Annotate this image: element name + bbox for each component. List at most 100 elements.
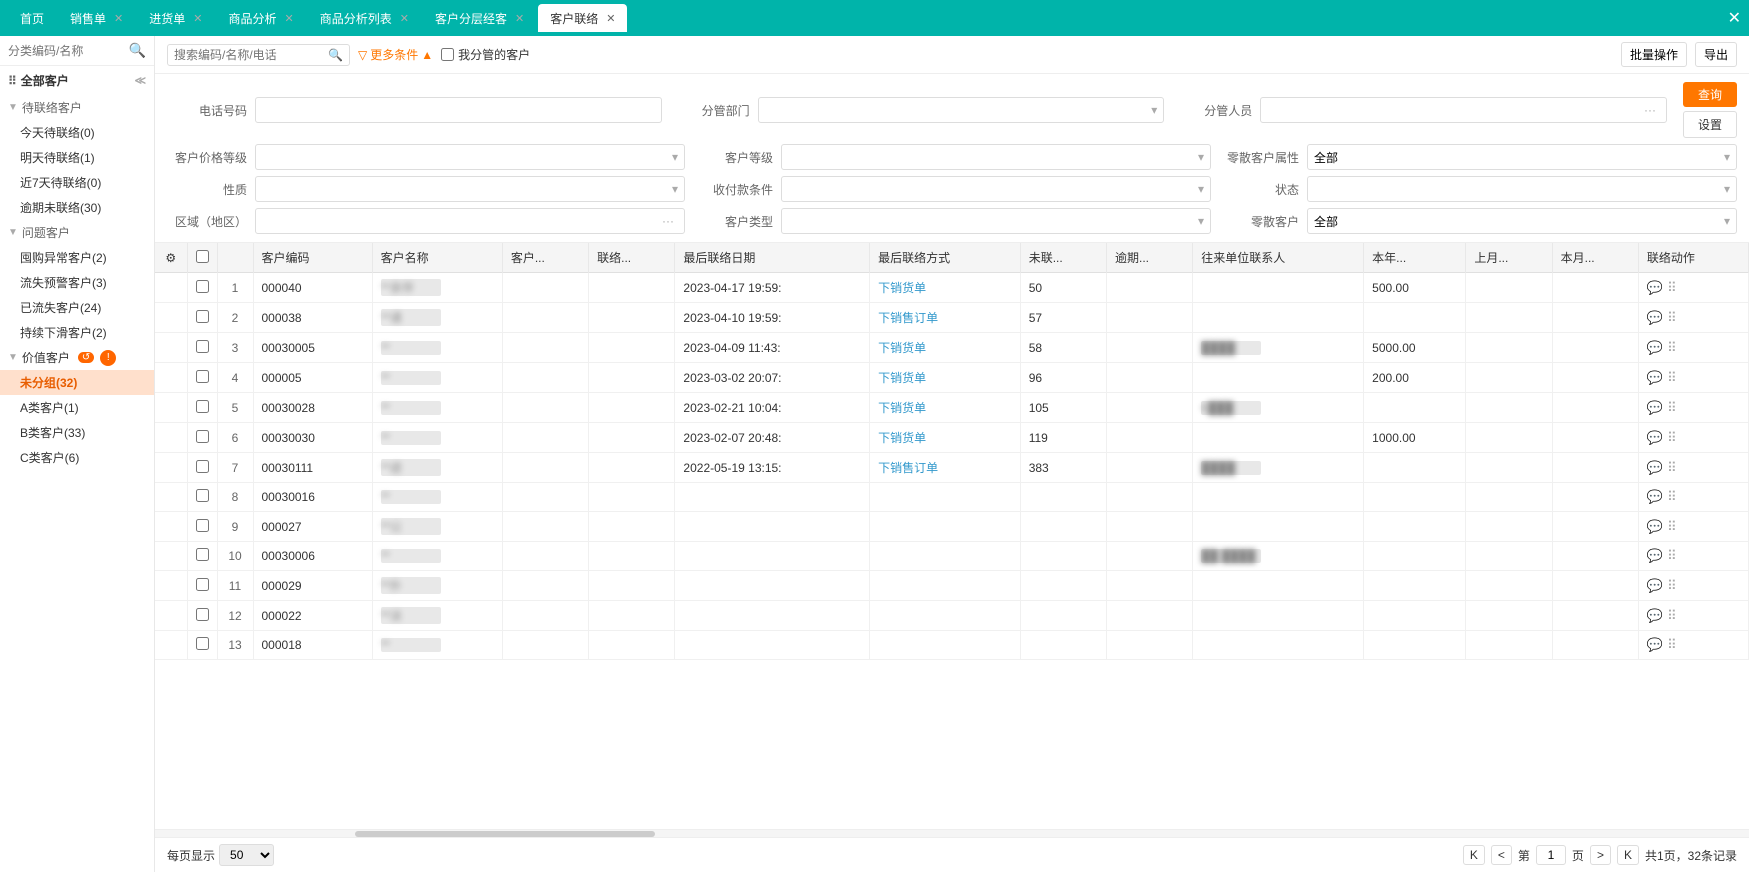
tab-customer-segment[interactable]: 客户分层经客 ✕	[423, 4, 536, 32]
no-contact-column-header[interactable]: 未联...	[1020, 243, 1106, 273]
grid-action-icon[interactable]: ⠿	[1667, 460, 1677, 476]
select-all-checkbox[interactable]	[196, 250, 209, 263]
page-number-input[interactable]	[1536, 845, 1566, 865]
last-contact-method-cell[interactable]: 下销货单	[870, 393, 1021, 423]
nav-close-button[interactable]: ✕	[1728, 8, 1741, 28]
contact-method-link[interactable]: 下销货单	[878, 371, 926, 385]
customer-type-select[interactable]: ▾	[781, 208, 1211, 234]
last-contact-method-cell[interactable]: 下销货单	[870, 273, 1021, 303]
grid-action-icon[interactable]: ⠿	[1667, 280, 1677, 296]
contact-method-link[interactable]: 下销货单	[878, 341, 926, 355]
message-icon[interactable]: 💬	[1647, 370, 1663, 386]
grid-action-icon[interactable]: ⠿	[1667, 637, 1677, 653]
grid-action-icon[interactable]: ⠿	[1667, 548, 1677, 564]
setting-column-header[interactable]: ⚙	[155, 243, 187, 273]
row-checkbox[interactable]	[196, 548, 209, 561]
row-checkbox[interactable]	[196, 460, 209, 473]
tab-sales-close[interactable]: ✕	[114, 12, 123, 25]
department-select[interactable]: ▾	[758, 97, 1165, 123]
checkbox-cell[interactable]	[187, 393, 217, 423]
checkbox-cell[interactable]	[187, 542, 217, 571]
reset-button[interactable]: 设置	[1683, 111, 1737, 138]
code-column-header[interactable]: 客户编码	[253, 243, 372, 273]
sidebar-item-stockpile-abnormal[interactable]: 囤购异常客户(2)	[0, 245, 154, 270]
contact-method-link[interactable]: 下销货单	[878, 281, 926, 295]
contact-method-link[interactable]: 下销售订单	[878, 461, 938, 475]
message-icon[interactable]: 💬	[1647, 430, 1663, 446]
search-input[interactable]	[174, 48, 324, 62]
tab-customer-segment-close[interactable]: ✕	[515, 12, 524, 25]
collapse-icon[interactable]: ≪	[134, 74, 146, 87]
sidebar-search-icon[interactable]: 🔍	[129, 42, 146, 59]
checkbox-cell[interactable]	[187, 423, 217, 453]
row-checkbox[interactable]	[196, 340, 209, 353]
row-checkbox[interactable]	[196, 430, 209, 443]
contact-column-header[interactable]: 联络...	[589, 243, 675, 273]
problem-customers-group[interactable]: ▼ 问题客户	[0, 220, 154, 245]
area-select[interactable]: ···	[255, 208, 685, 234]
search-icon[interactable]: 🔍	[328, 48, 343, 62]
name-column-header[interactable]: 客户名称	[372, 243, 502, 273]
sidebar-item-churn-warning[interactable]: 流失预警客户(3)	[0, 270, 154, 295]
checkbox-cell[interactable]	[187, 483, 217, 512]
more-conditions-button[interactable]: ▽ 更多条件 ▲	[358, 46, 433, 63]
last-contact-method-column-header[interactable]: 最后联络方式	[870, 243, 1021, 273]
tab-product-analysis-list-close[interactable]: ✕	[400, 12, 409, 25]
grid-action-icon[interactable]: ⠿	[1667, 578, 1677, 594]
sidebar-item-churned[interactable]: 已流失客户(24)	[0, 295, 154, 320]
sidebar-item-overdue[interactable]: 逾期未联络(30)	[0, 195, 154, 220]
sidebar-search-input[interactable]	[8, 44, 129, 58]
message-icon[interactable]: 💬	[1647, 548, 1663, 564]
sidebar-item-today-pending[interactable]: 今天待联络(0)	[0, 120, 154, 145]
query-button[interactable]: 查询	[1683, 82, 1737, 107]
checkbox-cell[interactable]	[187, 571, 217, 601]
message-icon[interactable]: 💬	[1647, 310, 1663, 326]
checkbox-cell[interactable]	[187, 363, 217, 393]
grid-action-icon[interactable]: ⠿	[1667, 519, 1677, 535]
row-checkbox[interactable]	[196, 608, 209, 621]
checkbox-cell[interactable]	[187, 601, 217, 631]
prev-page-button[interactable]: <	[1491, 845, 1512, 865]
message-icon[interactable]: 💬	[1647, 340, 1663, 356]
sidebar-item-c-class[interactable]: C类客户(6)	[0, 445, 154, 470]
grid-action-icon[interactable]: ⠿	[1667, 489, 1677, 505]
row-checkbox[interactable]	[196, 489, 209, 502]
message-icon[interactable]: 💬	[1647, 280, 1663, 296]
grid-action-icon[interactable]: ⠿	[1667, 430, 1677, 446]
grid-action-icon[interactable]: ⠿	[1667, 340, 1677, 356]
tab-purchase-close[interactable]: ✕	[193, 12, 202, 25]
overdue-column-header[interactable]: 逾期...	[1107, 243, 1193, 273]
row-checkbox[interactable]	[196, 310, 209, 323]
message-icon[interactable]: 💬	[1647, 519, 1663, 535]
unit-contact-column-header[interactable]: 往来单位联系人	[1193, 243, 1364, 273]
checkbox-column-header[interactable]	[187, 243, 217, 273]
tab-product-analysis-list[interactable]: 商品分析列表 ✕	[308, 4, 421, 32]
last-contact-date-column-header[interactable]: 最后联络日期	[675, 243, 870, 273]
my-customers-checkbox[interactable]	[441, 48, 454, 61]
grid-action-icon[interactable]: ⠿	[1667, 400, 1677, 416]
row-checkbox[interactable]	[196, 578, 209, 591]
price-level-select[interactable]: ▾	[255, 144, 685, 170]
last-contact-method-cell[interactable]: 下销售订单	[870, 303, 1021, 333]
sidebar-item-b-class[interactable]: B类客户(33)	[0, 420, 154, 445]
sidebar-item-a-class[interactable]: A类客户(1)	[0, 395, 154, 420]
first-page-button[interactable]: K	[1463, 845, 1485, 865]
message-icon[interactable]: 💬	[1647, 578, 1663, 594]
ellipsis-icon[interactable]: ···	[658, 214, 678, 228]
tab-customer-contact-close[interactable]: ✕	[606, 12, 615, 25]
last-contact-method-cell[interactable]: 下销货单	[870, 423, 1021, 453]
checkbox-cell[interactable]	[187, 512, 217, 542]
checkbox-cell[interactable]	[187, 273, 217, 303]
tab-home[interactable]: 首页	[8, 4, 56, 32]
payment-select[interactable]: ▾	[781, 176, 1211, 202]
row-checkbox[interactable]	[196, 280, 209, 293]
row-checkbox[interactable]	[196, 519, 209, 532]
checkbox-cell[interactable]	[187, 333, 217, 363]
all-customers-header[interactable]: ⠿ 全部客户 ≪	[0, 66, 154, 95]
pending-contact-group[interactable]: ▼ 待联络客户	[0, 95, 154, 120]
grid-action-icon[interactable]: ⠿	[1667, 310, 1677, 326]
last-contact-method-cell[interactable]: 下销售订单	[870, 453, 1021, 483]
message-icon[interactable]: 💬	[1647, 637, 1663, 653]
type-column-header[interactable]: 客户...	[502, 243, 588, 273]
horizontal-scrollbar[interactable]	[155, 829, 1749, 837]
